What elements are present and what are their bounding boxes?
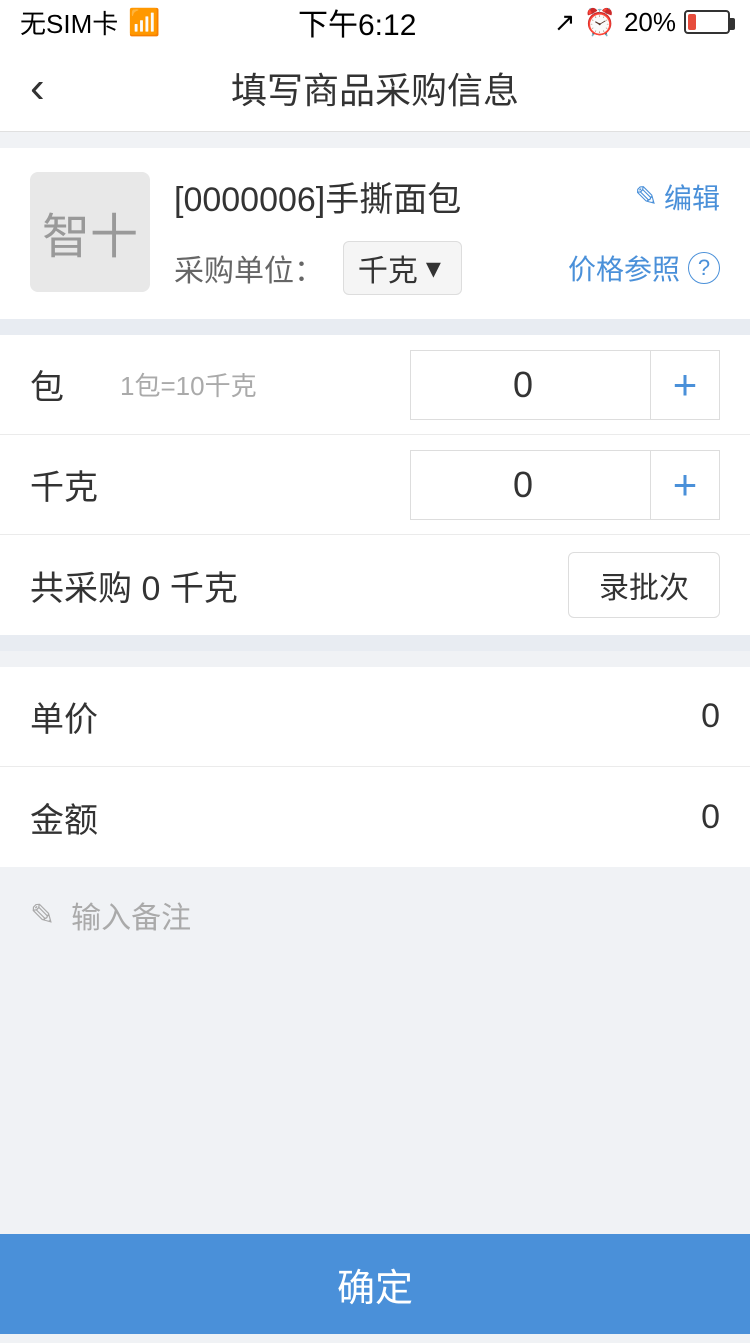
status-time: 下午6:12	[298, 0, 416, 44]
empty-space	[0, 963, 750, 1243]
kg-plus-button[interactable]: +	[650, 450, 720, 520]
confirm-button[interactable]: 确定	[0, 1234, 750, 1334]
summary-text: 共采购 0 千克	[30, 561, 238, 610]
edit-label: 编辑	[664, 177, 720, 217]
product-image: 智十	[30, 172, 150, 292]
dropdown-icon: ▾	[426, 251, 441, 286]
confirm-label: 确定	[337, 1257, 413, 1312]
product-full-name: [0000006]手撕面包	[174, 172, 461, 221]
alarm-icon: ⏰	[584, 7, 616, 38]
product-name-row: [0000006]手撕面包 ✎ 编辑	[174, 172, 720, 221]
product-logo: 智十	[42, 197, 138, 267]
product-info: [0000006]手撕面包 ✎ 编辑 采购单位： 千克 ▾ 价格参照 ?	[174, 172, 720, 295]
battery-percent: 20%	[624, 7, 676, 38]
edit-button[interactable]: ✎ 编辑	[635, 177, 720, 217]
bag-quantity-input[interactable]	[410, 350, 650, 420]
summary-unit: 千克	[170, 570, 238, 608]
notes-section[interactable]: ✎ 输入备注	[0, 867, 750, 963]
unit-selector-group: 采购单位： 千克 ▾	[174, 241, 462, 295]
kg-quantity-input[interactable]	[410, 450, 650, 520]
page-title: 填写商品采购信息	[231, 62, 519, 114]
kg-label: 千克	[30, 460, 110, 509]
kg-input-right: +	[410, 450, 720, 520]
price-ref-icon: ?	[688, 252, 720, 284]
edit-icon: ✎	[635, 180, 658, 213]
bag-sublabel: 1包=10千克	[120, 366, 257, 403]
price-info-section: 单价 0 金额 0	[0, 667, 750, 867]
unit-price-row: 单价 0	[0, 667, 750, 767]
back-button[interactable]: ‹	[30, 66, 45, 110]
battery-icon	[684, 10, 730, 34]
summary-row: 共采购 0 千克 录批次	[0, 535, 750, 635]
section-divider-2	[0, 635, 750, 651]
batch-button-label: 录批次	[599, 572, 689, 605]
price-ref-label: 价格参照	[568, 248, 680, 288]
unit-price-value: 0	[701, 697, 720, 736]
bag-plus-button[interactable]: +	[650, 350, 720, 420]
wifi-icon: 📶	[128, 7, 160, 38]
unit-select[interactable]: 千克 ▾	[343, 241, 462, 295]
status-bar: 无SIM卡 📶 下午6:12 ↗ ⏰ 20%	[0, 0, 750, 44]
batch-button[interactable]: 录批次	[568, 552, 720, 618]
bag-label: 包	[30, 360, 110, 409]
section-divider-1	[0, 319, 750, 335]
bag-plus-icon: +	[673, 364, 698, 406]
notes-placeholder: 输入备注	[71, 893, 191, 937]
amount-label: 金额	[30, 793, 98, 842]
carrier-label: 无SIM卡	[20, 4, 118, 41]
nav-bar: ‹ 填写商品采购信息	[0, 44, 750, 132]
location-icon: ↗	[554, 7, 576, 38]
amount-row: 金额 0	[0, 767, 750, 867]
status-right: ↗ ⏰ 20%	[554, 7, 730, 38]
summary-prefix: 共采购	[30, 570, 132, 608]
bag-input-right: +	[410, 350, 720, 420]
bag-input-section: 包 1包=10千克 + 千克 +	[0, 335, 750, 535]
bag-input-row: 包 1包=10千克 +	[0, 335, 750, 435]
product-unit-row: 采购单位： 千克 ▾ 价格参照 ?	[174, 241, 720, 295]
kg-input-row: 千克 +	[0, 435, 750, 535]
notes-icon: ✎	[30, 898, 55, 933]
summary-quantity: 0	[141, 570, 160, 608]
price-ref-button[interactable]: 价格参照 ?	[568, 248, 720, 288]
unit-value: 千克	[358, 246, 418, 290]
kg-plus-icon: +	[673, 464, 698, 506]
product-card: 智十 [0000006]手撕面包 ✎ 编辑 采购单位： 千克 ▾	[0, 148, 750, 319]
unit-label: 采购单位：	[174, 255, 324, 288]
status-left: 无SIM卡 📶	[20, 4, 161, 41]
unit-price-label: 单价	[30, 692, 98, 741]
amount-value: 0	[701, 798, 720, 837]
